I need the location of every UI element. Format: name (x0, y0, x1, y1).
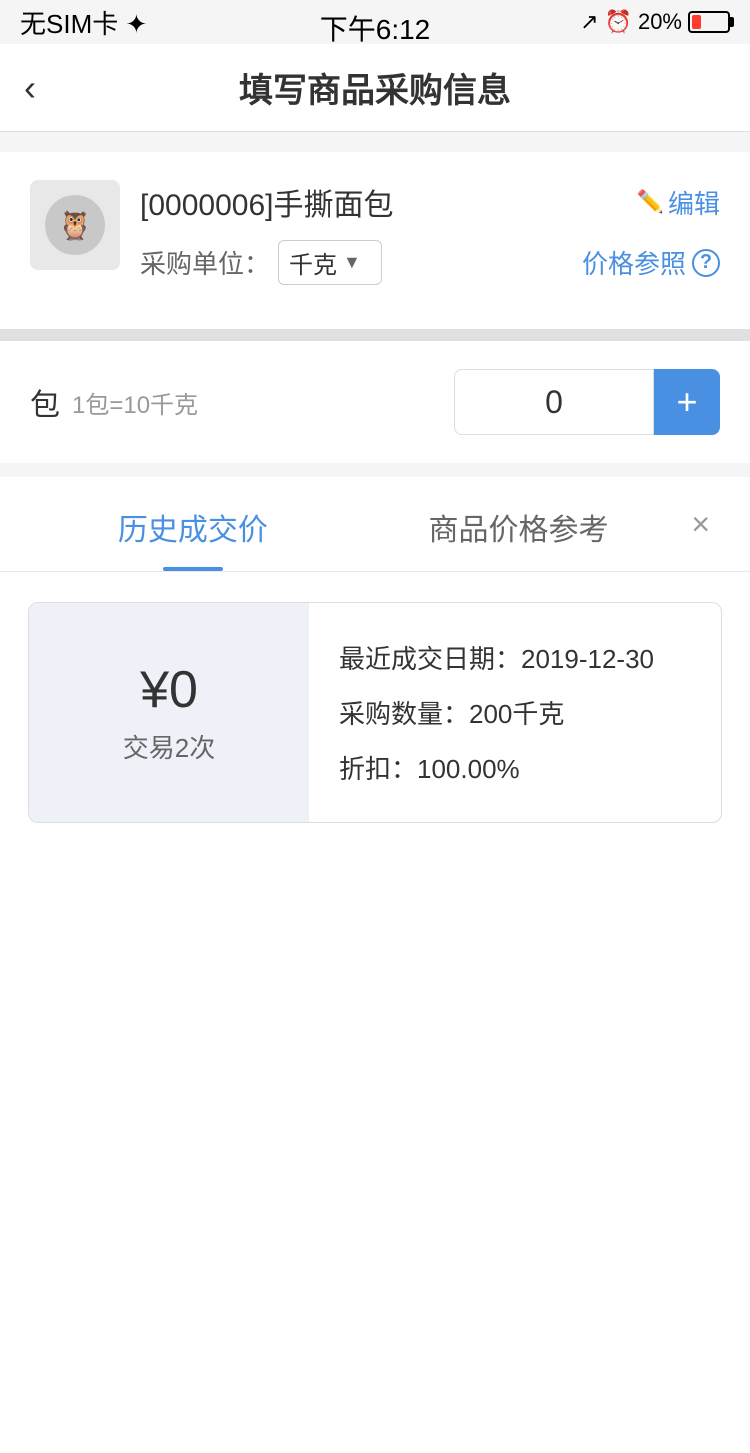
history-trade-count: 交易2次 (123, 728, 215, 765)
discount-value: 100.00% (417, 754, 520, 784)
quantity-unit-info: 包 1包=10千克 (30, 380, 198, 424)
content-bottom (0, 853, 750, 1453)
quantity-controls: 0 + (454, 369, 720, 435)
discount-row: 折扣：100.00% (339, 749, 691, 786)
tab-history-price[interactable]: 历史成交价 (30, 477, 356, 571)
edit-label: 编辑 (668, 184, 720, 221)
quantity-plus-button[interactable]: + (654, 369, 720, 435)
back-button[interactable]: ‹ (24, 67, 36, 109)
unit-value: 千克 (289, 245, 337, 280)
product-title: 手撕面包 (273, 189, 393, 222)
battery-icon (688, 11, 730, 33)
nav-bar: ‹ 填写商品采购信息 (0, 44, 750, 132)
purchase-qty-row: 采购数量：200千克 (339, 694, 691, 731)
edit-button[interactable]: ✏️ 编辑 (637, 184, 720, 221)
product-name: [0000006]手撕面包 (140, 180, 393, 224)
price-ref-button[interactable]: 价格参照 ? (582, 244, 720, 281)
product-id: [0000006] (140, 189, 273, 222)
edit-icon: ✏️ (637, 189, 664, 215)
history-price-left: ¥0 交易2次 (29, 603, 309, 822)
history-price-card: ¥0 交易2次 最近成交日期：2019-12-30 采购数量：200千克 折扣：… (28, 602, 722, 823)
history-price-right: 最近成交日期：2019-12-30 采购数量：200千克 折扣：100.00% (309, 603, 721, 822)
purchase-qty-label: 采购数量： (339, 699, 469, 729)
purchase-qty-value: 200千克 (469, 699, 564, 729)
quantity-row: 包 1包=10千克 0 + (0, 341, 750, 463)
page-title: 填写商品采购信息 (239, 63, 511, 112)
status-right: ↗ ⏰ 20% (580, 9, 730, 35)
location-icon: ↗ (580, 9, 598, 35)
section-divider (0, 329, 750, 341)
product-unit-row: 采购单位： 千克 ▼ 价格参照 ? (140, 240, 720, 285)
history-price-value: ¥0 (140, 660, 198, 720)
latest-date-row: 最近成交日期：2019-12-30 (339, 639, 691, 676)
info-icon: ? (692, 249, 720, 277)
unit-select[interactable]: 千克 ▼ (278, 240, 382, 285)
status-time: 下午6:12 (320, 8, 431, 48)
alarm-icon: ⏰ (605, 9, 632, 35)
quantity-unit-label: 包 (30, 380, 60, 424)
latest-date-value: 2019-12-30 (521, 644, 654, 674)
latest-date-label: 最近成交日期： (339, 644, 521, 674)
product-card: 🦉 [0000006]手撕面包 ✏️ 编辑 采购单位： 千克 ▼ (0, 152, 750, 329)
discount-label: 折扣： (339, 754, 417, 784)
panel-tabs: 历史成交价 商品价格参考 × (0, 477, 750, 572)
product-name-row: [0000006]手撕面包 ✏️ 编辑 (140, 180, 720, 224)
status-carrier: 无SIM卡 ✦ (20, 4, 147, 41)
quantity-value: 0 (545, 384, 563, 421)
status-bar: 无SIM卡 ✦ 下午6:12 ↗ ⏰ 20% (0, 0, 750, 44)
price-reference-panel: 历史成交价 商品价格参考 × ¥0 交易2次 最近成交日期：2019-12-30… (0, 477, 750, 1453)
product-logo: 🦉 (45, 195, 105, 255)
product-header: 🦉 [0000006]手撕面包 ✏️ 编辑 采购单位： 千克 ▼ (30, 180, 720, 285)
battery-percent: 20% (638, 9, 682, 35)
product-thumbnail: 🦉 (30, 180, 120, 270)
dropdown-arrow-icon: ▼ (343, 252, 361, 273)
unit-label: 采购单位： 千克 ▼ (140, 240, 382, 285)
price-ref-label: 价格参照 (582, 244, 686, 281)
panel-close-button[interactable]: × (681, 496, 720, 553)
quantity-input[interactable]: 0 (454, 369, 654, 435)
product-info: [0000006]手撕面包 ✏️ 编辑 采购单位： 千克 ▼ 价格参照 (140, 180, 720, 285)
tab-product-price[interactable]: 商品价格参考 (356, 477, 682, 571)
quantity-conversion: 1包=10千克 (72, 385, 198, 420)
